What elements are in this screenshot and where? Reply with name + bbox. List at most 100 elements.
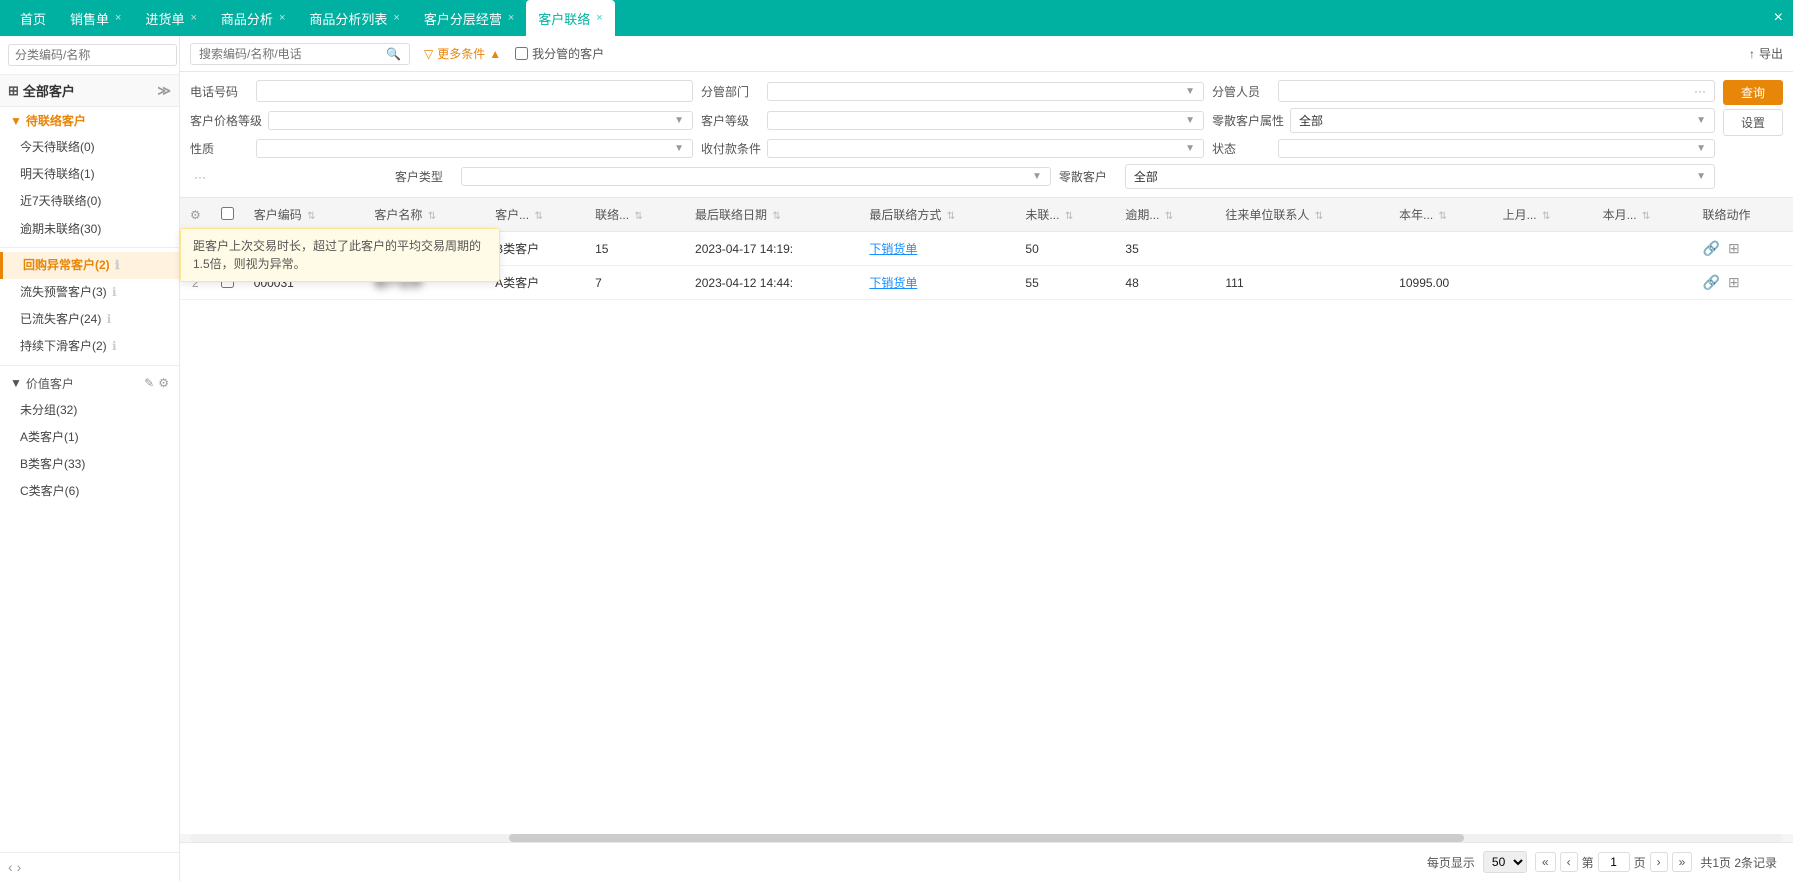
settings-small-icon[interactable]: ⚙ [158,376,169,390]
sort-overdue-icon[interactable]: ⇅ [1165,211,1173,222]
nav-item-customer-contact[interactable]: 客户联络 × [526,0,614,36]
scrollbar-thumb[interactable] [509,834,1465,842]
retail-attr-select[interactable]: 全部 ▼ [1290,108,1715,133]
horizontal-scrollbar[interactable] [190,834,1783,842]
retail-attr-arrow-icon: ▼ [1696,115,1706,126]
sidebar-item-class-b[interactable]: B类客户(33) [0,451,179,478]
sidebar-item-7days[interactable]: 近7天待联络(0) [0,188,179,215]
table-wrap: ⚙ 客户编码 ⇅ 客户名称 ⇅ [180,198,1793,834]
sidebar-scroll-right-icon[interactable]: › [17,859,22,875]
close-customer-contact-icon[interactable]: × [596,12,602,24]
table-settings-icon[interactable]: ⚙ [180,198,211,232]
sort-year-icon[interactable]: ⇅ [1439,211,1447,222]
sort-unread-icon[interactable]: ⇅ [1065,211,1073,222]
first-page-btn[interactable]: « [1535,852,1556,872]
row-2-grid-icon[interactable]: ⊞ [1728,274,1740,291]
sidebar-item-ungrouped[interactable]: 未分组(32) [0,397,179,424]
close-customer-tier-icon[interactable]: × [508,12,514,24]
sort-contact-icon[interactable]: ⇅ [634,211,642,222]
customer-level-select[interactable]: ▼ [767,111,1204,130]
dept-select[interactable]: ▼ [767,82,1204,101]
close-purchase-icon[interactable]: × [190,12,196,24]
sidebar-item-churned[interactable]: 已流失客户(24) ℹ [0,306,179,333]
prev-page-btn[interactable]: ‹ [1560,852,1578,872]
sort-cat-icon[interactable]: ⇅ [534,211,542,222]
info-icon-3: ℹ [107,312,112,326]
sidebar-item-tomorrow[interactable]: 明天待联络(1) [0,161,179,188]
sidebar-scroll-left-icon[interactable]: ‹ [8,859,13,875]
nav-item-customer-tier[interactable]: 客户分层经营 × [412,0,526,36]
nav-item-goods-analysis[interactable]: 商品分析 × [209,0,297,36]
search-input[interactable] [199,47,382,61]
more-icon[interactable]: ··· [194,170,206,184]
close-all-tabs-icon[interactable]: × [1774,9,1783,27]
query-button[interactable]: 查询 [1723,80,1783,105]
filter-icon: ▽ [424,47,433,61]
page-input[interactable] [1598,852,1630,872]
sidebar-item-overdue[interactable]: 逾期未联络(30) [0,216,179,243]
row-2-last-type[interactable]: 下销货单 [859,266,1015,300]
sidebar-group-value[interactable]: ▼ 价值客户 ✎ ⚙ [0,370,179,397]
retail-customer-select[interactable]: 全部 ▼ [1125,164,1715,189]
filter-cell-retail-attr: 零散客户属性 全部 ▼ [1212,108,1715,133]
search-main-icon[interactable]: 🔍 [386,47,401,61]
row-1-grid-icon[interactable]: ⊞ [1728,240,1740,257]
select-all-checkbox[interactable] [221,207,234,220]
row-2-last-date: 2023-04-12 14:44: [685,266,859,300]
sort-name-icon[interactable]: ⇅ [428,211,436,222]
row-1-category: B类客户 [485,232,585,266]
phone-input[interactable] [256,80,693,102]
nature-select[interactable]: ▼ [256,139,693,158]
sort-tmonth-icon[interactable]: ⇅ [1642,211,1650,222]
payment-select[interactable]: ▼ [767,139,1204,158]
row-1-last-type[interactable]: 下销货单 [859,232,1015,266]
col-header-last-date: 最后联络日期 ⇅ [685,198,859,232]
more-conditions-btn[interactable]: ▽ 更多条件 ▲ [418,42,507,65]
per-page-select[interactable]: 50 [1483,851,1527,873]
export-btn[interactable]: ↑ 导出 [1749,45,1783,62]
close-goods-list-icon[interactable]: × [393,12,399,24]
sidebar-item-declining[interactable]: 持续下滑客户(2) ℹ [0,333,179,360]
arrow-down-icon-2: ▼ [10,376,22,390]
nav-item-purchase[interactable]: 进货单 × [133,0,208,36]
sidebar-collapse-icon[interactable]: ≫ [157,83,171,99]
last-page-btn[interactable]: » [1672,852,1693,872]
sidebar-item-churn-warning[interactable]: 流失预警客户(3) ℹ [0,279,179,306]
next-page-btn[interactable]: › [1650,852,1668,872]
sort-lmonth-icon[interactable]: ⇅ [1542,211,1550,222]
sidebar-item-repurchase-anomaly[interactable]: 回购异常客户(2) ℹ [0,252,179,279]
sidebar-item-class-c[interactable]: C类客户(6) [0,478,179,505]
filter-bar: 🔍 ▽ 更多条件 ▲ 我分管的客户 ↑ 导出 [180,36,1793,72]
sidebar-group-pending[interactable]: ▼ 待联络客户 [0,107,179,134]
row-1-unread: 50 [1015,232,1115,266]
price-level-select[interactable]: ▼ [268,111,693,130]
filter-cell-customer-level: 客户等级 ▼ [701,111,1204,130]
person-select[interactable]: ··· [1278,80,1715,102]
close-sales-icon[interactable]: × [115,12,121,24]
sidebar-item-class-a[interactable]: A类客户(1) [0,424,179,451]
my-customer-checkbox[interactable] [515,47,528,60]
row-1-link-icon[interactable]: 🔗 [1703,240,1720,257]
customer-type-select[interactable]: ▼ [461,167,1051,186]
col-header-last-type: 最后联络方式 ⇅ [859,198,1015,232]
sidebar-item-today[interactable]: 今天待联络(0) [0,134,179,161]
top-nav: 首页 销售单 × 进货单 × 商品分析 × 商品分析列表 × 客户分层经营 × … [0,0,1793,36]
sort-code-icon[interactable]: ⇅ [307,211,315,222]
sidebar-search-input[interactable] [8,44,177,66]
nav-item-goods-list[interactable]: 商品分析列表 × [297,0,411,36]
nav-item-sales[interactable]: 销售单 × [58,0,133,36]
grid-icon: ⊞ [8,83,19,99]
row-2-this-month [1593,266,1693,300]
nav-item-home[interactable]: 首页 [8,0,58,36]
status-select[interactable]: ▼ [1278,139,1715,158]
close-goods-analysis-icon[interactable]: × [279,12,285,24]
row-2-link-icon[interactable]: 🔗 [1703,274,1720,291]
sort-date-icon[interactable]: ⇅ [772,211,780,222]
my-customer-checkbox-label[interactable]: 我分管的客户 [515,45,604,62]
sort-unit-icon[interactable]: ⇅ [1315,211,1323,222]
row-1-this-month [1593,232,1693,266]
settings-button[interactable]: 设置 [1723,109,1783,136]
row-1-last-month [1493,232,1593,266]
sort-type-icon[interactable]: ⇅ [947,211,955,222]
edit-icon[interactable]: ✎ [144,376,154,390]
